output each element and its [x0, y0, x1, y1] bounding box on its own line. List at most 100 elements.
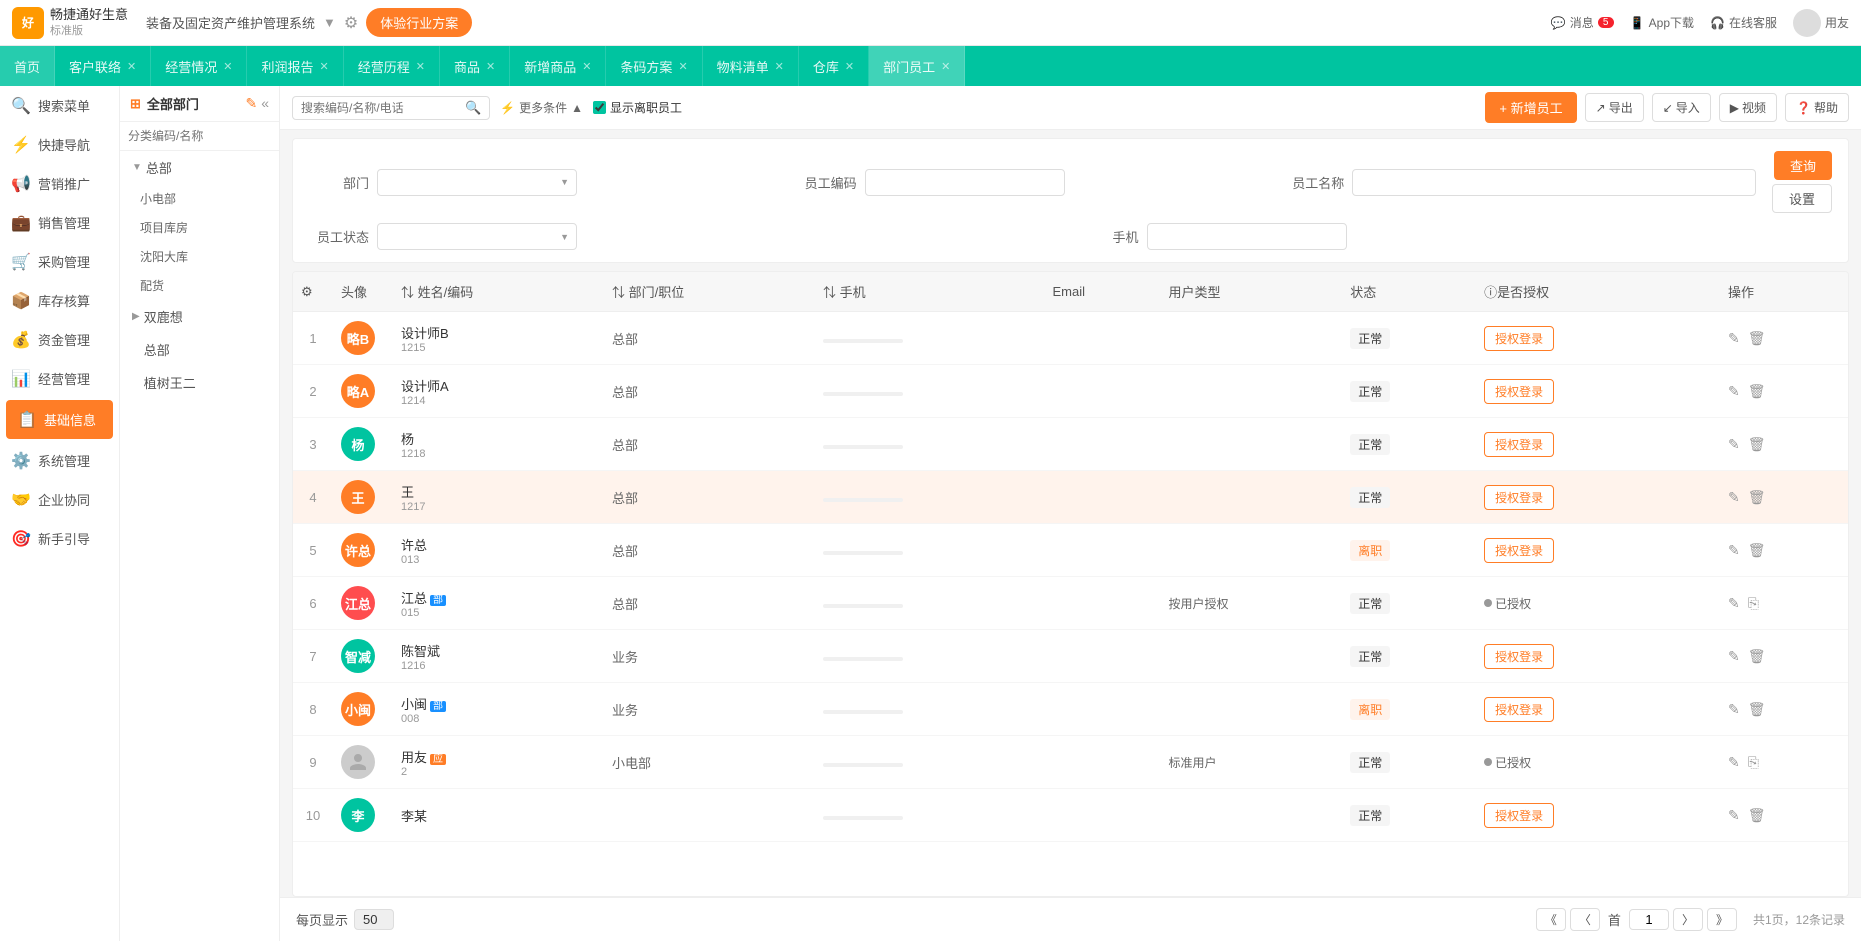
delete-icon[interactable]: 🗑: [1748, 807, 1766, 824]
sidebar-item-operations[interactable]: 📊 经营管理: [0, 359, 119, 398]
sidebar-item-inventory[interactable]: 📦 库存核算: [0, 281, 119, 320]
nav-tab-operations[interactable]: 经营情况 ✕: [151, 46, 247, 86]
delete-icon[interactable]: 🗑: [1748, 648, 1766, 665]
auth-btn[interactable]: 授权登录: [1484, 326, 1554, 351]
close-icon[interactable]: ✕: [486, 60, 495, 73]
prev-page-btn[interactable]: 〈: [1570, 908, 1600, 931]
nav-tab-history[interactable]: 经营历程 ✕: [344, 46, 440, 86]
nav-tab-warehouse[interactable]: 仓库 ✕: [799, 46, 869, 86]
nav-tab-home[interactable]: 首页: [0, 46, 55, 86]
copy-icon[interactable]: ⎘: [1748, 754, 1759, 771]
sidebar-item-finance[interactable]: 💰 资金管理: [0, 320, 119, 359]
nav-tab-staff[interactable]: 部门员工 ✕: [869, 46, 965, 86]
tree-node-hq[interactable]: ▶ 总部: [120, 333, 279, 366]
edit-icon[interactable]: ✎: [1728, 489, 1740, 506]
app-download-btn[interactable]: 📱 App下载: [1630, 14, 1694, 31]
close-icon[interactable]: ✕: [775, 60, 784, 73]
show-resigned-wrap[interactable]: 显示离职员工: [593, 99, 682, 116]
tree-node-zhishu[interactable]: ▶ 植树王二: [120, 366, 279, 399]
delete-icon[interactable]: 🗑: [1748, 436, 1766, 453]
edit-icon[interactable]: ✎: [1728, 754, 1740, 771]
import-btn[interactable]: ↙ 导入: [1652, 93, 1711, 122]
trial-btn[interactable]: 体验行业方案: [366, 8, 472, 37]
tree-node-general[interactable]: ▼ 总部: [120, 151, 279, 184]
view-btn[interactable]: ▶ 视频: [1719, 93, 1777, 122]
emp-name-input[interactable]: [1352, 169, 1756, 196]
auth-btn[interactable]: 授权登录: [1484, 379, 1554, 404]
auth-btn[interactable]: 授权登录: [1484, 697, 1554, 722]
tree-child-peihe[interactable]: 配货: [120, 271, 279, 300]
first-page-btn[interactable]: 《: [1536, 908, 1566, 931]
close-icon[interactable]: ✕: [416, 60, 425, 73]
close-icon[interactable]: ✕: [320, 60, 329, 73]
col-name[interactable]: ⇅ 姓名/编码: [393, 272, 604, 312]
sidebar-item-purchase[interactable]: 🛒 采购管理: [0, 242, 119, 281]
sidebar-item-sales[interactable]: 💼 销售管理: [0, 203, 119, 242]
auth-btn[interactable]: 授权登录: [1484, 538, 1554, 563]
sidebar-item-marketing[interactable]: 📢 营销推广: [0, 164, 119, 203]
emp-code-input[interactable]: [865, 169, 1065, 196]
page-number-input[interactable]: [1629, 909, 1669, 930]
col-phone[interactable]: ⇅ 手机: [815, 272, 1045, 312]
col-settings[interactable]: ⚙: [293, 272, 333, 312]
last-page-btn[interactable]: 》: [1707, 908, 1737, 931]
tree-child-shenyang[interactable]: 沈阳大库: [120, 242, 279, 271]
per-page-select[interactable]: 50 100: [354, 909, 394, 930]
close-icon[interactable]: ✕: [127, 60, 136, 73]
close-icon[interactable]: ✕: [678, 60, 687, 73]
settings-icon[interactable]: ⚙: [344, 13, 358, 33]
nav-tab-customer[interactable]: 客户联络 ✕: [55, 46, 151, 86]
close-icon[interactable]: ✕: [223, 60, 232, 73]
show-resigned-checkbox[interactable]: [593, 101, 606, 114]
delete-icon[interactable]: 🗑: [1748, 383, 1766, 400]
search-btn[interactable]: 查询: [1774, 151, 1832, 180]
sidebar-item-system[interactable]: ⚙️ 系统管理: [0, 441, 119, 480]
search-input[interactable]: [301, 101, 461, 115]
nav-tab-add-goods[interactable]: 新增商品 ✕: [510, 46, 606, 86]
edit-icon[interactable]: ✎: [1728, 701, 1740, 718]
nav-tab-profit[interactable]: 利润报告 ✕: [247, 46, 343, 86]
help-btn[interactable]: ❓ 帮助: [1785, 93, 1849, 122]
phone-input[interactable]: [1147, 223, 1347, 250]
copy-icon[interactable]: ⎘: [1748, 595, 1759, 612]
auth-btn[interactable]: 授权登录: [1484, 803, 1554, 828]
edit-icon[interactable]: ✎: [1728, 807, 1740, 824]
delete-icon[interactable]: 🗑: [1748, 542, 1766, 559]
auth-btn[interactable]: 授权登录: [1484, 432, 1554, 457]
more-filter-btn[interactable]: ⚡ 更多条件 ▲: [500, 99, 583, 116]
set-btn[interactable]: 设置: [1772, 184, 1832, 213]
user-btn[interactable]: 用友: [1793, 9, 1849, 37]
nav-tab-goods[interactable]: 商品 ✕: [440, 46, 510, 86]
edit-icon[interactable]: ✎: [1728, 542, 1740, 559]
msg-btn[interactable]: 💬 消息 5: [1551, 14, 1614, 31]
tree-child-small-elec[interactable]: 小电部: [120, 184, 279, 213]
sidebar-item-guide[interactable]: 🎯 新手引导: [0, 519, 119, 558]
close-icon[interactable]: ✕: [582, 60, 591, 73]
delete-icon[interactable]: 🗑: [1748, 330, 1766, 347]
edit-icon[interactable]: ✎: [1728, 436, 1740, 453]
edit-tree-icon[interactable]: ✎: [245, 95, 257, 112]
edit-icon[interactable]: ✎: [1728, 648, 1740, 665]
collapse-tree-icon[interactable]: «: [261, 95, 269, 112]
sidebar-item-collab[interactable]: 🤝 企业协同: [0, 480, 119, 519]
dropdown-arrow-icon[interactable]: ▼: [323, 15, 336, 30]
edit-icon[interactable]: ✎: [1728, 330, 1740, 347]
emp-status-select[interactable]: [377, 223, 577, 250]
dept-select[interactable]: [377, 169, 577, 196]
close-icon[interactable]: ✕: [845, 60, 854, 73]
col-dept[interactable]: ⇅ 部门/职位: [604, 272, 815, 312]
close-icon[interactable]: ✕: [941, 60, 950, 73]
search-icon[interactable]: 🔍: [465, 100, 481, 116]
sidebar-item-shortcut[interactable]: ⚡ 快捷导航: [0, 125, 119, 164]
sidebar-item-basic[interactable]: 📋 基础信息: [6, 400, 113, 439]
tree-child-project[interactable]: 项目库房: [120, 213, 279, 242]
auth-btn[interactable]: 授权登录: [1484, 485, 1554, 510]
auth-btn[interactable]: 授权登录: [1484, 644, 1554, 669]
add-employee-btn[interactable]: + 新增员工: [1485, 92, 1576, 123]
next-page-btn[interactable]: 〉: [1673, 908, 1703, 931]
delete-icon[interactable]: 🗑: [1748, 489, 1766, 506]
edit-icon[interactable]: ✎: [1728, 595, 1740, 612]
tree-search-input[interactable]: [128, 129, 280, 143]
service-btn[interactable]: 🎧 在线客服: [1710, 14, 1777, 31]
nav-tab-barcode[interactable]: 条码方案 ✕: [606, 46, 702, 86]
